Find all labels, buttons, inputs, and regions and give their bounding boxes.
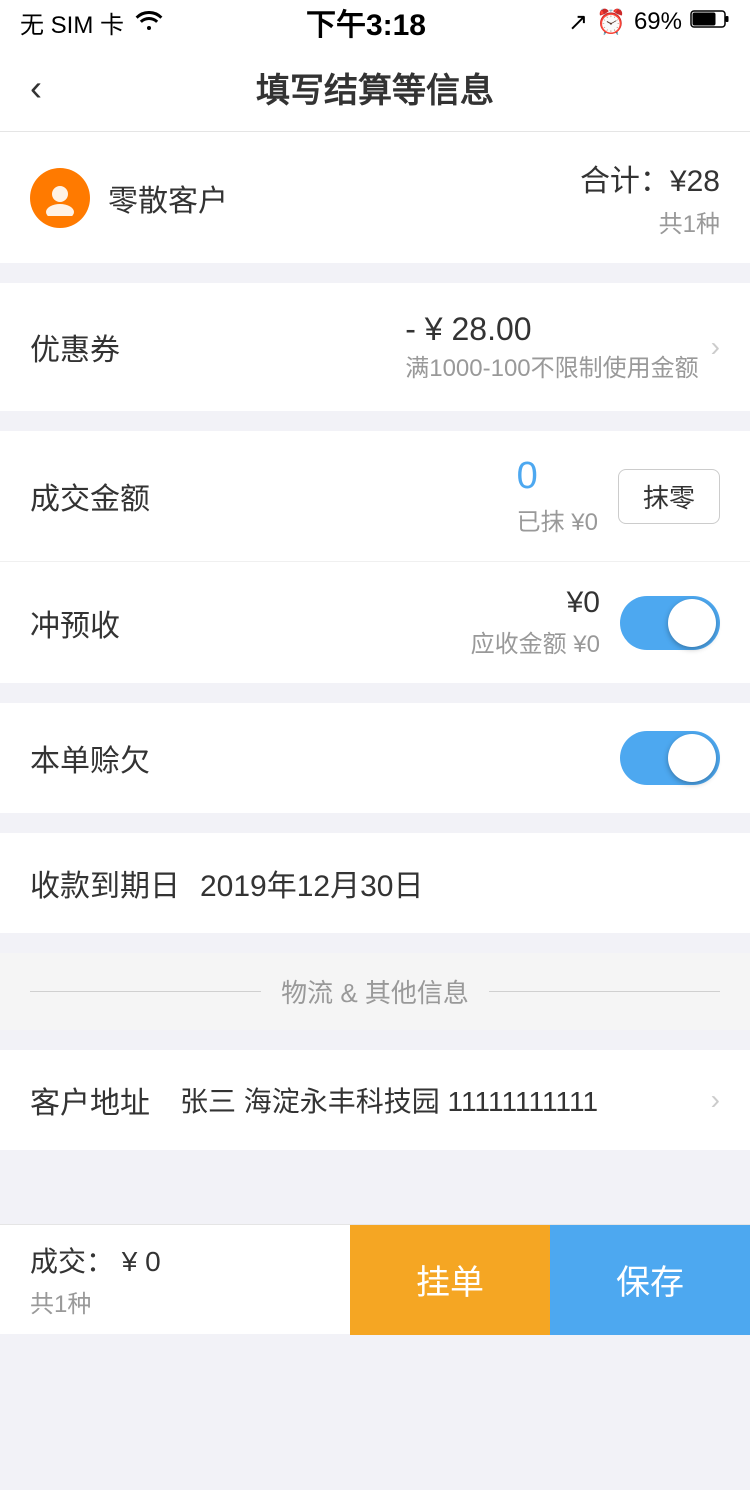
divider-text: 物流 & 其他信息 <box>261 973 489 1010</box>
amount-value: 0 <box>517 455 598 498</box>
amount-value-block: 0 已抹 ¥0 <box>517 455 598 537</box>
toggle-knob <box>668 599 716 647</box>
due-date-row: 收款到期日 2019年12月30日 <box>30 861 720 905</box>
deal-label: 成交： <box>30 1246 114 1277</box>
status-time: 下午3:18 <box>306 0 426 44</box>
nav-bar: ‹ 填写结算等信息 <box>0 44 750 132</box>
deal-value: ¥ 0 <box>122 1246 161 1277</box>
bottom-count: 共1种 <box>30 1284 320 1319</box>
customer-left: 零散客户 <box>30 168 228 228</box>
amount-section: 成交金额 0 已抹 ¥0 抹零 冲预收 ¥0 应收金额 ¥0 <box>0 431 750 683</box>
due-date-section: 收款到期日 2019年12月30日 <box>0 833 750 933</box>
address-label: 客户地址 <box>30 1078 150 1122</box>
back-button[interactable]: ‹ <box>30 67 42 109</box>
alarm-icon: ⏰ <box>596 8 626 37</box>
total-count: 共1种 <box>580 204 720 239</box>
customer-right: 合计：¥28 共1种 <box>580 156 720 239</box>
debt-toggle-knob <box>668 734 716 782</box>
coupon-desc: 满1000-100不限制使用金额 <box>405 348 698 383</box>
address-section[interactable]: 客户地址 张三 海淀永丰科技园 11111111111 › <box>0 1050 750 1150</box>
prepay-label: 冲预收 <box>30 601 120 645</box>
debt-section: 本单赊欠 <box>0 703 750 813</box>
customer-section: 零散客户 合计：¥28 共1种 <box>0 132 750 263</box>
coupon-row[interactable]: 优惠券 - ¥ 28.00 满1000-100不限制使用金额 › <box>0 283 750 411</box>
status-bar: 无 SIM 卡 下午3:18 ↗ ⏰ 69% <box>0 0 750 44</box>
divider-line-left <box>30 991 261 992</box>
prepay-toggle[interactable] <box>620 596 720 650</box>
coupon-label: 优惠券 <box>30 325 120 369</box>
bottom-bar: 成交： ¥ 0 共1种 挂单 保存 <box>0 1224 750 1334</box>
wifi-icon <box>134 8 164 37</box>
carrier-text: 无 SIM 卡 <box>20 5 124 40</box>
coupon-section[interactable]: 优惠券 - ¥ 28.00 满1000-100不限制使用金额 › <box>0 283 750 411</box>
coupon-values: - ¥ 28.00 满1000-100不限制使用金额 <box>405 311 698 383</box>
amount-row: 成交金额 0 已抹 ¥0 抹零 <box>0 431 750 562</box>
battery-icon <box>690 8 730 37</box>
amount-right: 0 已抹 ¥0 抹零 <box>517 455 720 537</box>
address-value: 张三 海淀永丰科技园 11111111111 <box>180 1080 711 1120</box>
customer-name: 零散客户 <box>108 176 228 220</box>
page-title: 填写结算等信息 <box>256 63 494 112</box>
address-chevron-icon: › <box>711 1084 720 1116</box>
prepay-row: 冲预收 ¥0 应收金额 ¥0 <box>0 562 750 683</box>
battery-text: 69% <box>634 8 682 36</box>
prepay-values: ¥0 应收金额 ¥0 <box>471 586 600 659</box>
divider-line-right <box>489 991 720 992</box>
prepay-sub: 应收金额 ¥0 <box>471 624 600 659</box>
amount-label: 成交金额 <box>30 474 150 518</box>
round-off-button[interactable]: 抹零 <box>618 469 720 524</box>
save-button[interactable]: 保存 <box>550 1225 750 1335</box>
amount-sub: 已抹 ¥0 <box>517 502 598 537</box>
bottom-deal: 成交： ¥ 0 <box>30 1240 320 1280</box>
customer-avatar <box>30 168 90 228</box>
due-date-value: 2019年12月30日 <box>200 861 423 905</box>
customer-row: 零散客户 合计：¥28 共1种 <box>0 132 750 263</box>
prepay-amount: ¥0 <box>471 586 600 620</box>
hold-button[interactable]: 挂单 <box>350 1225 550 1335</box>
prepay-right: ¥0 应收金额 ¥0 <box>471 586 720 659</box>
coupon-chevron-icon: › <box>711 331 720 363</box>
status-left: 无 SIM 卡 <box>20 5 164 40</box>
total-amount: 合计：¥28 <box>580 156 720 200</box>
coupon-discount: - ¥ 28.00 <box>405 311 698 348</box>
bottom-info: 成交： ¥ 0 共1种 <box>0 1240 350 1319</box>
debt-toggle[interactable] <box>620 731 720 785</box>
location-icon: ↗ <box>568 8 588 37</box>
divider-section: 物流 & 其他信息 <box>0 953 750 1030</box>
debt-label: 本单赊欠 <box>30 736 150 780</box>
status-right: ↗ ⏰ 69% <box>568 8 730 37</box>
due-date-label: 收款到期日 <box>30 861 180 905</box>
coupon-right: - ¥ 28.00 满1000-100不限制使用金额 › <box>405 311 720 383</box>
